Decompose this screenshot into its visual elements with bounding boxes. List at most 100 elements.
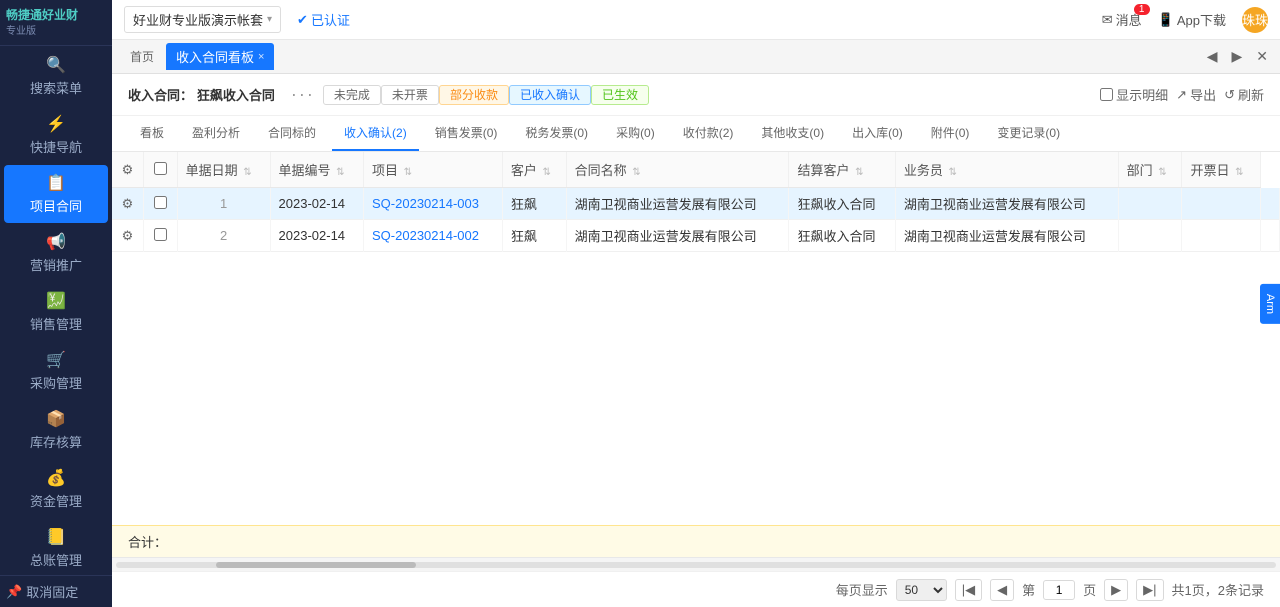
home-tab[interactable]: 首页 [120,44,164,69]
sidebar-item-销售管理[interactable]: 💹销售管理 [4,283,108,341]
chevron-down-icon: ▾ [267,14,272,25]
per-page-label: 每页显示 [836,580,888,599]
project-col-header: 项目 ⇅ [364,152,503,188]
status-btn-已收入确认[interactable]: 已收入确认 [509,85,591,105]
export-button[interactable]: ↗ 导出 [1176,85,1216,104]
contract-col-header: 合同名称 ⇅ [566,152,789,188]
row-invoice-date-1 [1260,220,1279,252]
invoice-date-col-header: 开票日 ⇅ [1182,152,1260,188]
sidebar-item-项目合同[interactable]: 📋项目合同 [4,165,108,223]
row-salesperson-1 [1118,220,1182,252]
checkbox-col-header[interactable] [144,152,178,188]
row-check-1[interactable] [154,228,167,241]
detail-checkbox[interactable] [1100,88,1113,101]
nav-tab-销售发票0[interactable]: 销售发票(0) [423,116,510,151]
select-all-checkbox[interactable] [154,162,167,175]
salesperson-col-header: 业务员 ⇅ [895,152,1118,188]
more-button[interactable]: ··· [291,84,315,105]
nav-tab-采购0[interactable]: 采购(0) [604,116,667,151]
nav-tab-其他收支0[interactable]: 其他收支(0) [749,116,836,151]
row-department-1 [1182,220,1260,252]
sidebar-item-搜索菜单[interactable]: 🔍搜索菜单 [4,47,108,105]
last-page-button[interactable]: ▶| [1136,579,1163,601]
nav-tab-附件0[interactable]: 附件(0) [919,116,982,151]
row-contract-0: 狂飙收入合同 [789,188,895,220]
nav-tab-出入库0[interactable]: 出入库(0) [840,116,915,151]
tabbar: 首页 收入合同看板 × ◀ ▶ ✕ [112,40,1280,74]
sidebar-item-采购管理[interactable]: 🛒采购管理 [4,342,108,400]
row-number-link-0[interactable]: SQ-20230214-003 [372,196,479,211]
nav-tab-合同标的[interactable]: 合同标的 [256,116,328,151]
sidebar-icon-8: 📒 [46,527,66,547]
sidebar-icon-6: 📦 [46,409,66,429]
tab-prev-button[interactable]: ◀ [1203,46,1222,67]
prev-page-button[interactable]: ◀ [990,579,1014,601]
page-input[interactable] [1043,580,1075,600]
row-checkbox-0[interactable] [144,188,178,220]
company-selector[interactable]: 好业财专业版演示帐套 ▾ [124,6,281,33]
tab-close-button[interactable]: × [258,51,264,63]
user-avatar[interactable]: 珠珠 [1242,7,1268,33]
nav-tab-盈利分析[interactable]: 盈利分析 [180,116,252,151]
check-icon: ✔ [297,12,308,28]
table-footer: 合计： [112,525,1280,557]
active-tab[interactable]: 收入合同看板 × [166,43,274,70]
tab-next-button[interactable]: ▶ [1227,46,1246,67]
row-settlement-0: 湖南卫视商业运营发展有限公司 [895,188,1118,220]
sidebar-icon-1: ⚡ [46,114,66,134]
status-btn-部分收款[interactable]: 部分收款 [439,85,509,105]
export-icon: ↗ [1176,87,1187,103]
page-title: 收入合同： 狂飙收入合同 [128,85,275,104]
message-icon: ✉ [1102,12,1113,28]
tab-label: 收入合同看板 [176,47,254,66]
row-gear-0[interactable]: ⚙ [112,188,144,220]
refresh-button[interactable]: ↺ 刷新 [1224,85,1264,104]
status-btn-已生效[interactable]: 已生效 [591,85,649,105]
nav-tab-看板[interactable]: 看板 [128,116,176,151]
row-date-1: 2023-02-14 [270,220,363,252]
sidebar-item-资金管理[interactable]: 💰资金管理 [4,460,108,518]
header-actions: 显示明细 ↗ 导出 ↺ 刷新 [1100,85,1264,104]
settlement-col-header: 结算客户 ⇅ [789,152,895,188]
first-page-button[interactable]: |◀ [955,579,982,601]
row-contract-1: 狂飙收入合同 [789,220,895,252]
row-check-0[interactable] [154,196,167,209]
nav-tab-税务发票0[interactable]: 税务发票(0) [513,116,600,151]
sidebar-icon-4: 💹 [46,291,66,311]
row-gear-1[interactable]: ⚙ [112,220,144,252]
per-page-select[interactable]: 50 100 200 [896,579,947,601]
sidebar-item-快捷导航[interactable]: ⚡快捷导航 [4,106,108,164]
horizontal-scrollbar[interactable] [112,557,1280,571]
nav-tab-收入确认2[interactable]: 收入确认(2) [332,116,419,151]
status-btn-未开票[interactable]: 未开票 [381,85,439,105]
sidebar-item-营销推广[interactable]: 📢营销推广 [4,224,108,282]
pagination: 每页显示 50 100 200 |◀ ◀ 第 页 ▶ ▶| 共1页，2条记录 [112,571,1280,607]
next-page-button[interactable]: ▶ [1104,579,1128,601]
show-detail-checkbox[interactable]: 显示明细 [1100,85,1168,104]
sidebar-icon-7: 💰 [46,468,66,488]
message-button[interactable]: ✉ 1 消息 [1102,10,1142,29]
sidebar-bottom[interactable]: 📌 取消固定 [0,575,112,607]
scrollbar-thumb[interactable] [216,562,416,568]
float-right-button[interactable]: Arm [1260,283,1280,323]
nav-tab-变更记录0[interactable]: 变更记录(0) [985,116,1072,151]
row-number-link-1[interactable]: SQ-20230214-002 [372,228,479,243]
row-number-0[interactable]: SQ-20230214-003 [364,188,503,220]
table-wrapper[interactable]: ⚙ 单据日期 ⇅ 单据编号 ⇅ 项目 ⇅ 客户 ⇅ 合同名称 ⇅ 结算客户 ⇅ … [112,152,1280,525]
row-checkbox-1[interactable] [144,220,178,252]
row-number-1[interactable]: SQ-20230214-002 [364,220,503,252]
row-customer-0: 湖南卫视商业运营发展有限公司 [566,188,789,220]
nav-tab-收付款2[interactable]: 收付款(2) [671,116,746,151]
page-header: 收入合同： 狂飙收入合同 ··· 未完成未开票部分收款已收入确认已生效 显示明细… [112,74,1280,116]
sidebar-item-总账管理[interactable]: 📒总账管理 [4,519,108,575]
table-container: ⚙ 单据日期 ⇅ 单据编号 ⇅ 项目 ⇅ 客户 ⇅ 合同名称 ⇅ 结算客户 ⇅ … [112,152,1280,252]
sidebar-items: 🔍搜索菜单⚡快捷导航📋项目合同📢营销推广💹销售管理🛒采购管理📦库存核算💰资金管理… [0,47,112,575]
sidebar-item-库存核算[interactable]: 📦库存核算 [4,401,108,459]
row-salesperson-0 [1118,188,1182,220]
scrollbar-track [116,562,1276,568]
sidebar-nav: 🔍搜索菜单⚡快捷导航📋项目合同📢营销推广💹销售管理🛒采购管理📦库存核算💰资金管理… [0,46,112,575]
tab-close-all-button[interactable]: ✕ [1252,46,1272,67]
app-download-button[interactable]: 📱 App下载 [1158,10,1226,29]
status-btn-未完成[interactable]: 未完成 [323,85,381,105]
settings-col-header[interactable]: ⚙ [112,152,144,188]
